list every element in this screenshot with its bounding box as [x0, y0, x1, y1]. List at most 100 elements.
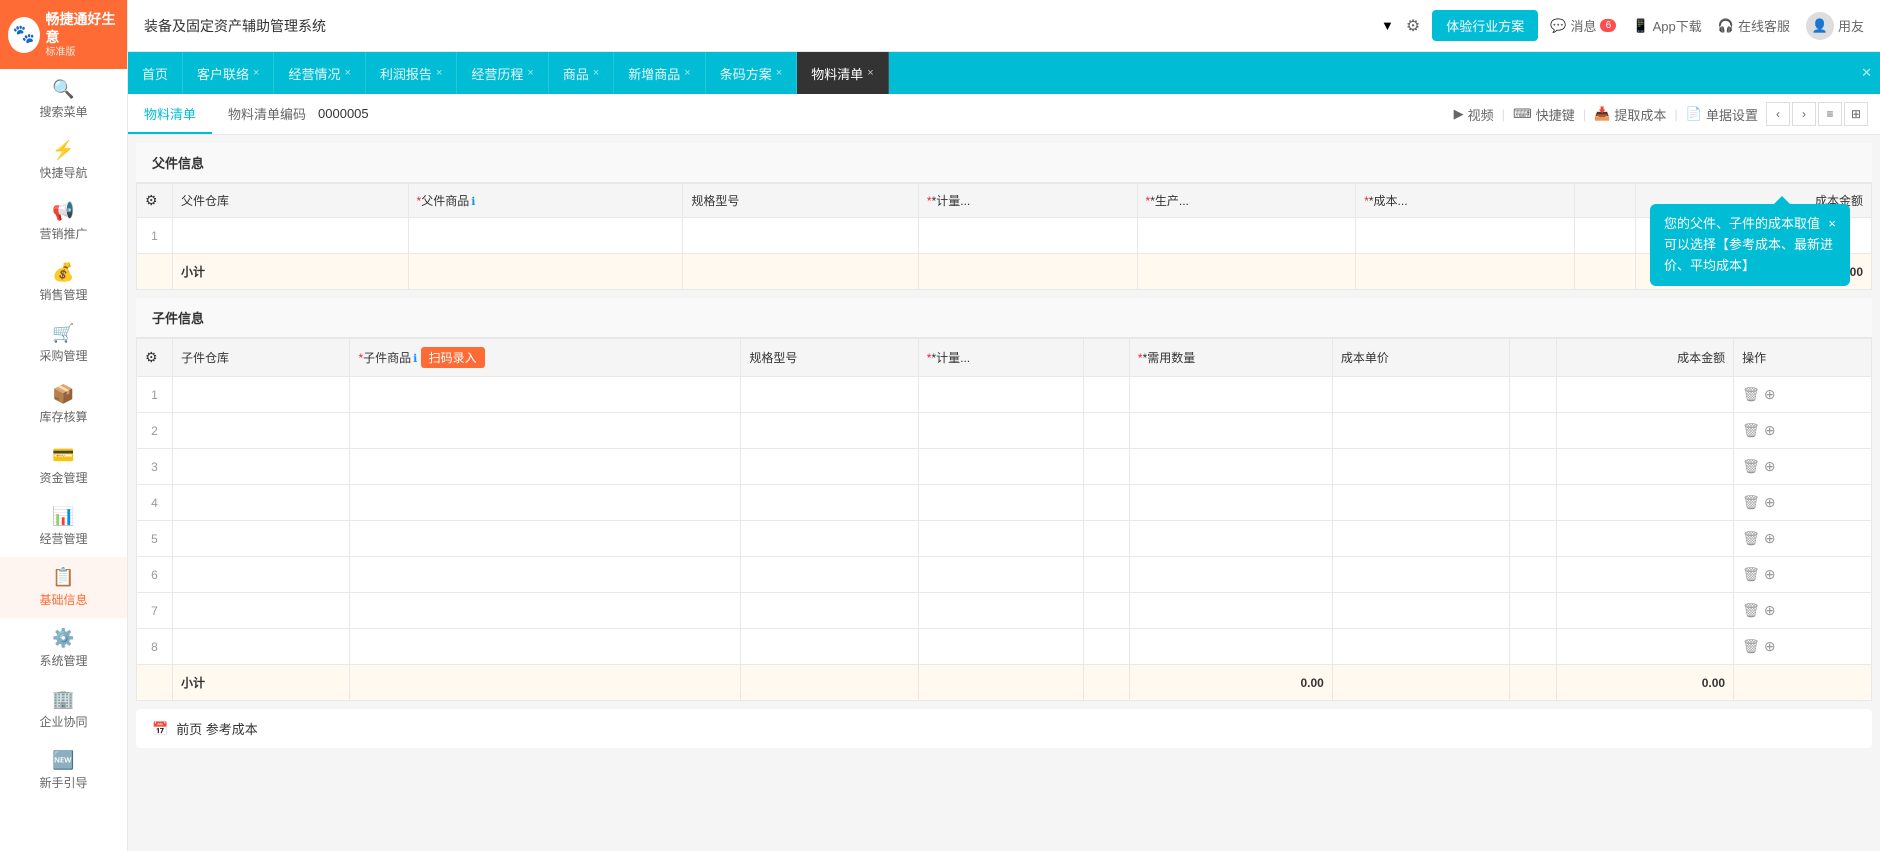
child-copy-7[interactable]: ⊕ [1764, 602, 1776, 619]
user-action[interactable]: 👤 用友 [1806, 12, 1864, 40]
nav-next-button[interactable]: › [1792, 102, 1816, 126]
child-qty-4[interactable] [1129, 485, 1332, 521]
sidebar-item-quick-nav[interactable]: ⚡ 快捷导航 [0, 130, 127, 191]
navtab-profit[interactable]: 利润报告 × [366, 52, 457, 94]
navtab-home[interactable]: 首页 [128, 52, 183, 94]
child-copy-6[interactable]: ⊕ [1764, 566, 1776, 583]
child-delete-6[interactable]: 🗑 [1742, 566, 1760, 583]
navtab-close-product[interactable]: × [593, 67, 599, 79]
child-product-5[interactable] [350, 521, 741, 557]
child-unit-cost-1[interactable] [1332, 377, 1509, 413]
subtab-bom-list[interactable]: 物料清单 [128, 94, 212, 134]
child-th-setting[interactable]: ⚙ [137, 339, 173, 377]
navtab-close-new-product[interactable]: × [684, 67, 690, 79]
app-download-action[interactable]: 📱 App下载 [1632, 16, 1701, 35]
parent-product-cell[interactable] [408, 218, 683, 254]
single-settings-button[interactable]: 📄 单据设置 [1686, 105, 1758, 124]
child-unit-2[interactable] [918, 413, 1083, 449]
navtab-product[interactable]: 商品 × [549, 52, 614, 94]
child-unit-7[interactable] [918, 593, 1083, 629]
child-delete-1[interactable]: 🗑 [1742, 386, 1760, 403]
child-qty-5[interactable] [1129, 521, 1332, 557]
child-delete-4[interactable]: 🗑 [1742, 494, 1760, 511]
child-unit-5[interactable] [918, 521, 1083, 557]
child-product-8[interactable] [350, 629, 741, 665]
child-spec-1[interactable] [741, 377, 918, 413]
close-all-button[interactable]: ✕ [1861, 65, 1880, 81]
child-delete-5[interactable]: 🗑 [1742, 530, 1760, 547]
child-qty-3[interactable] [1129, 449, 1332, 485]
nav-prev-button[interactable]: ‹ [1766, 102, 1790, 126]
child-qty-1[interactable] [1129, 377, 1332, 413]
trial-button[interactable]: 体验行业方案 [1432, 10, 1538, 41]
child-product-6[interactable] [350, 557, 741, 593]
navtab-bom[interactable]: 物料清单 × [797, 52, 888, 94]
parent-warehouse-cell[interactable] [173, 218, 409, 254]
child-product-2[interactable] [350, 413, 741, 449]
child-warehouse-3[interactable] [173, 449, 350, 485]
sidebar-item-marketing[interactable]: 📢 营销推广 [0, 191, 127, 252]
navtab-operation[interactable]: 经营情况 × [274, 52, 365, 94]
child-unit-cost-8[interactable] [1332, 629, 1509, 665]
sidebar-item-guide[interactable]: 🆕 新手引导 [0, 740, 127, 801]
sidebar-item-search[interactable]: 🔍 搜索菜单 [0, 69, 127, 130]
child-qty-2[interactable] [1129, 413, 1332, 449]
navtab-new-product[interactable]: 新增商品 × [614, 52, 705, 94]
child-qty-7[interactable] [1129, 593, 1332, 629]
sidebar-item-inventory[interactable]: 📦 库存核算 [0, 374, 127, 435]
child-spec-5[interactable] [741, 521, 918, 557]
navtab-customer[interactable]: 客户联络 × [183, 52, 274, 94]
child-copy-8[interactable]: ⊕ [1764, 638, 1776, 655]
child-unit-4[interactable] [918, 485, 1083, 521]
child-warehouse-2[interactable] [173, 413, 350, 449]
child-unit-8[interactable] [918, 629, 1083, 665]
nav-menu-button[interactable]: ≡ [1818, 102, 1842, 126]
parent-production-cell[interactable] [1137, 218, 1356, 254]
parent-th-setting[interactable]: ⚙ [137, 184, 173, 218]
child-copy-2[interactable]: ⊕ [1764, 422, 1776, 439]
child-qty-8[interactable] [1129, 629, 1332, 665]
navtab-close-operation[interactable]: × [344, 67, 350, 79]
child-delete-2[interactable]: 🗑 [1742, 422, 1760, 439]
child-product-3[interactable] [350, 449, 741, 485]
navtab-close-customer[interactable]: × [253, 67, 259, 79]
view-button[interactable]: ▶ 视频 [1454, 105, 1494, 124]
child-product-4[interactable] [350, 485, 741, 521]
child-warehouse-4[interactable] [173, 485, 350, 521]
nav-expand-button[interactable]: ⊞ [1844, 102, 1868, 126]
extract-cost-button[interactable]: 📥 提取成本 [1594, 105, 1666, 124]
child-spec-6[interactable] [741, 557, 918, 593]
child-unit-cost-4[interactable] [1332, 485, 1509, 521]
child-qty-6[interactable] [1129, 557, 1332, 593]
tooltip-close-button[interactable]: × [1828, 214, 1836, 235]
topbar-settings-icon[interactable]: ⚙ [1406, 16, 1420, 36]
child-delete-7[interactable]: 🗑 [1742, 602, 1760, 619]
parent-cost-cell[interactable] [1356, 218, 1575, 254]
child-delete-8[interactable]: 🗑 [1742, 638, 1760, 655]
child-delete-3[interactable]: 🗑 [1742, 458, 1760, 475]
child-unit-cost-2[interactable] [1332, 413, 1509, 449]
child-warehouse-1[interactable] [173, 377, 350, 413]
sidebar-item-system[interactable]: ⚙️ 系统管理 [0, 618, 127, 679]
shortcut-button[interactable]: ⌨ 快捷键 [1513, 105, 1575, 124]
child-warehouse-6[interactable] [173, 557, 350, 593]
navtab-barcode[interactable]: 条码方案 × [706, 52, 797, 94]
subtab-bom-edit[interactable]: 物料清单编码 0000005 [212, 94, 397, 134]
sidebar-item-finance[interactable]: 💳 资金管理 [0, 435, 127, 496]
sidebar-item-operation-mgmt[interactable]: 📊 经营管理 [0, 496, 127, 557]
child-copy-4[interactable]: ⊕ [1764, 494, 1776, 511]
child-warehouse-7[interactable] [173, 593, 350, 629]
sidebar-item-purchase[interactable]: 🛒 采购管理 [0, 313, 127, 374]
child-product-1[interactable] [350, 377, 741, 413]
child-unit-cost-3[interactable] [1332, 449, 1509, 485]
child-unit-1[interactable] [918, 377, 1083, 413]
child-spec-2[interactable] [741, 413, 918, 449]
topbar-dropdown-icon[interactable]: ▼ [1381, 18, 1394, 33]
navtab-close-profit[interactable]: × [436, 67, 442, 79]
scan-input-button[interactable]: 扫码录入 [421, 347, 485, 368]
navtab-close-barcode[interactable]: × [776, 67, 782, 79]
sidebar-item-enterprise[interactable]: 🏢 企业协同 [0, 679, 127, 740]
child-warehouse-8[interactable] [173, 629, 350, 665]
child-spec-8[interactable] [741, 629, 918, 665]
child-copy-3[interactable]: ⊕ [1764, 458, 1776, 475]
